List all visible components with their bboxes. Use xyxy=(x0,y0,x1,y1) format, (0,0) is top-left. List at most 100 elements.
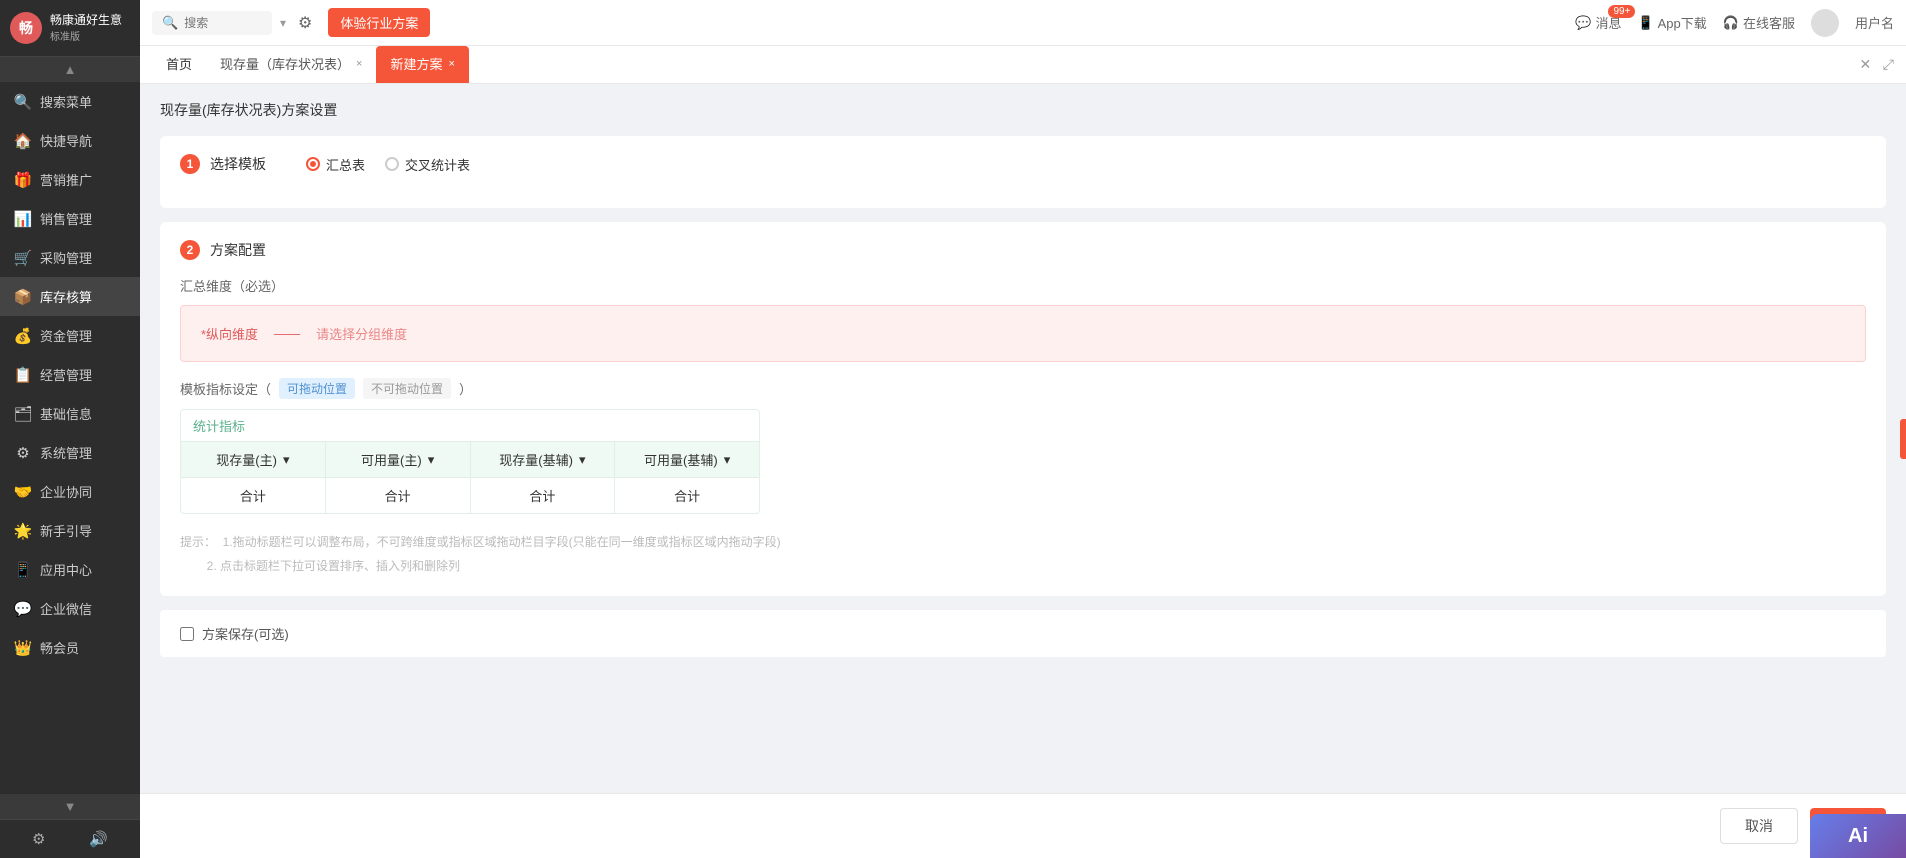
section1-card: 1 选择模板 汇总表 交叉统计表 xyxy=(160,136,1886,208)
window-close-icon[interactable]: ✕ xyxy=(1859,56,1871,72)
operations-icon: 📋 xyxy=(14,366,32,384)
stats-header-col2[interactable]: 可用量(主) ▾ xyxy=(326,442,471,477)
sidebar-item-inventory[interactable]: 📦 库存核算 xyxy=(0,277,140,316)
bottom-bar: 取消 查询 xyxy=(140,793,1906,858)
tab-home[interactable]: 首页 xyxy=(152,46,206,83)
sidebar-item-system[interactable]: ⚙ 系统管理 xyxy=(0,433,140,472)
sidebar-item-purchase[interactable]: 🛒 采购管理 xyxy=(0,238,140,277)
main-wrapper: 🔍 ▾ ⚙ 体验行业方案 💬 消息 99+ 📱 App下载 🎧 在线客服 用户名 xyxy=(140,0,1906,858)
stats-col2-label: 可用量(主) xyxy=(361,450,422,469)
right-panel-handle[interactable] xyxy=(1900,419,1906,459)
content-area: 现存量(库存状况表)方案设置 1 选择模板 汇总表 交叉统计表 xyxy=(140,84,1906,793)
tab-new-plan[interactable]: 新建方案 × xyxy=(376,46,468,83)
draggable-badge: 可拖动位置 xyxy=(279,378,355,399)
indicator-settings-label: 模板指标设定（ 可拖动位置 不可拖动位置 ） xyxy=(180,378,1866,399)
stats-col4-label: 可用量(基辅) xyxy=(644,450,718,469)
sidebar-item-enterprise[interactable]: 🤝 企业协同 xyxy=(0,472,140,511)
stats-header-row: 现存量(主) ▾ 可用量(主) ▾ 现存量(基辅) ▾ 可用量(基辅) xyxy=(181,442,759,477)
indicator-settings-text: 模板指标设定（ xyxy=(180,379,271,398)
stats-data-cell-0-3: 合计 xyxy=(615,478,759,513)
stats-col2-dropdown-icon[interactable]: ▾ xyxy=(428,452,435,468)
sidebar-item-label: 营销推广 xyxy=(40,170,92,189)
radio-cross-dot xyxy=(385,157,399,171)
sidebar-item-label: 销售管理 xyxy=(40,209,92,228)
finance-icon: 💰 xyxy=(14,327,32,345)
online-service-button[interactable]: 🎧 在线客服 xyxy=(1723,13,1795,32)
tab-inventory-close-icon[interactable]: × xyxy=(356,58,362,70)
section2-card: 2 方案配置 汇总维度（必选） *纵向维度 —— 请选择分组维度 模板指标设定（… xyxy=(160,222,1886,596)
sidebar-item-label: 经营管理 xyxy=(40,365,92,384)
non-draggable-badge: 不可拖动位置 xyxy=(363,378,451,399)
search-box[interactable]: 🔍 xyxy=(152,11,272,35)
dimension-row[interactable]: *纵向维度 —— 请选择分组维度 xyxy=(180,305,1866,362)
tab-new-plan-label: 新建方案 xyxy=(390,54,442,73)
radio-summary[interactable]: 汇总表 xyxy=(306,155,365,174)
search-dropdown-icon[interactable]: ▾ xyxy=(280,16,286,30)
stats-col4-dropdown-icon[interactable]: ▾ xyxy=(724,452,731,468)
ai-badge[interactable]: Ai xyxy=(1810,814,1906,858)
sidebar-item-label: 企业微信 xyxy=(40,599,92,618)
save-checkbox[interactable] xyxy=(180,627,194,641)
sidebar-item-basic-info[interactable]: 🗂 基础信息 xyxy=(0,394,140,433)
stats-header-col1[interactable]: 现存量(主) ▾ xyxy=(181,442,326,477)
sidebar-item-quick-nav[interactable]: 🏠 快捷导航 xyxy=(0,121,140,160)
sidebar-item-sales[interactable]: 📊 销售管理 xyxy=(0,199,140,238)
enterprise-wechat-icon: 💬 xyxy=(14,600,32,618)
sidebar-item-app-center[interactable]: 📱 应用中心 xyxy=(0,550,140,589)
message-button[interactable]: 💬 消息 99+ xyxy=(1575,13,1621,32)
section2-header: 2 方案配置 xyxy=(180,240,1866,260)
ai-badge-label: Ai xyxy=(1848,825,1868,848)
sidebar-scroll-down[interactable]: ▼ xyxy=(0,794,140,819)
avatar[interactable] xyxy=(1811,9,1839,37)
service-label: 在线客服 xyxy=(1743,13,1795,32)
template-options: 汇总表 交叉统计表 xyxy=(306,155,470,174)
stats-data-cell-0-1: 合计 xyxy=(326,478,471,513)
stats-header-col3[interactable]: 现存量(基辅) ▾ xyxy=(471,442,616,477)
sidebar-item-marketing[interactable]: 🎁 营销推广 xyxy=(0,160,140,199)
tab-inventory-label: 现存量（库存状况表） xyxy=(220,54,350,73)
dimension-dash: —— xyxy=(274,326,300,341)
app-version: 标准版 xyxy=(50,28,122,43)
sidebar-scroll-up[interactable]: ▲ xyxy=(0,57,140,82)
sidebar-item-operations[interactable]: 📋 经营管理 xyxy=(0,355,140,394)
sidebar-item-enterprise-wechat[interactable]: 💬 企业微信 xyxy=(0,589,140,628)
trial-button[interactable]: 体验行业方案 xyxy=(328,8,430,37)
app-name: 畅康通好生意 xyxy=(50,13,122,29)
enterprise-icon: 🤝 xyxy=(14,483,32,501)
tip1: 提示： 1.拖动标题栏可以调整布局，不可跨维度或指标区域拖动栏目字段(只能在同一… xyxy=(180,530,1866,554)
tips-section: 提示： 1.拖动标题栏可以调整布局，不可跨维度或指标区域拖动栏目字段(只能在同一… xyxy=(180,530,1866,578)
settings-footer-icon[interactable]: ⚙ xyxy=(32,830,45,848)
stats-header-col4[interactable]: 可用量(基辅) ▾ xyxy=(615,442,759,477)
sidebar-item-label: 搜索菜单 xyxy=(40,92,92,111)
app-download-icon: 📱 xyxy=(1637,15,1653,31)
indicator-settings-suffix: ） xyxy=(459,379,472,398)
sidebar-item-search-menu[interactable]: 🔍 搜索菜单 xyxy=(0,82,140,121)
tab-new-plan-close-icon[interactable]: × xyxy=(448,58,454,70)
audio-footer-icon[interactable]: 🔊 xyxy=(89,830,108,848)
dimension-field-label: *纵向维度 xyxy=(201,324,258,343)
tab-home-label: 首页 xyxy=(166,54,192,73)
logo-icon: 畅 xyxy=(10,12,42,44)
inventory-icon: 📦 xyxy=(14,288,32,306)
tab-expand-icon[interactable]: ✕ ⤢ xyxy=(1859,56,1894,73)
radio-summary-dot xyxy=(306,157,320,171)
search-icon: 🔍 xyxy=(162,15,178,31)
sidebar-item-finance[interactable]: 💰 资金管理 xyxy=(0,316,140,355)
cancel-button[interactable]: 取消 xyxy=(1720,808,1798,844)
service-icon: 🎧 xyxy=(1723,15,1739,31)
search-input[interactable] xyxy=(184,16,254,30)
sidebar-item-member[interactable]: 👑 畅会员 xyxy=(0,628,140,667)
sidebar-item-new-guide[interactable]: 🌟 新手引导 xyxy=(0,511,140,550)
gear-icon[interactable]: ⚙ xyxy=(298,13,312,33)
window-expand-icon[interactable]: ⤢ xyxy=(1883,56,1894,72)
sidebar-nav: 🔍 搜索菜单 🏠 快捷导航 🎁 营销推广 📊 销售管理 🛒 采购管理 📦 库存核… xyxy=(0,82,140,794)
app-download-button[interactable]: 📱 App下载 xyxy=(1637,13,1706,32)
sidebar-item-label: 系统管理 xyxy=(40,443,92,462)
sidebar-item-label: 采购管理 xyxy=(40,248,92,267)
stats-col3-dropdown-icon[interactable]: ▾ xyxy=(579,452,586,468)
radio-cross[interactable]: 交叉统计表 xyxy=(385,155,470,174)
save-option-row: 方案保存(可选) xyxy=(160,610,1886,657)
member-icon: 👑 xyxy=(14,639,32,657)
tab-inventory-status[interactable]: 现存量（库存状况表） × xyxy=(206,46,376,83)
stats-col1-dropdown-icon[interactable]: ▾ xyxy=(283,452,290,468)
